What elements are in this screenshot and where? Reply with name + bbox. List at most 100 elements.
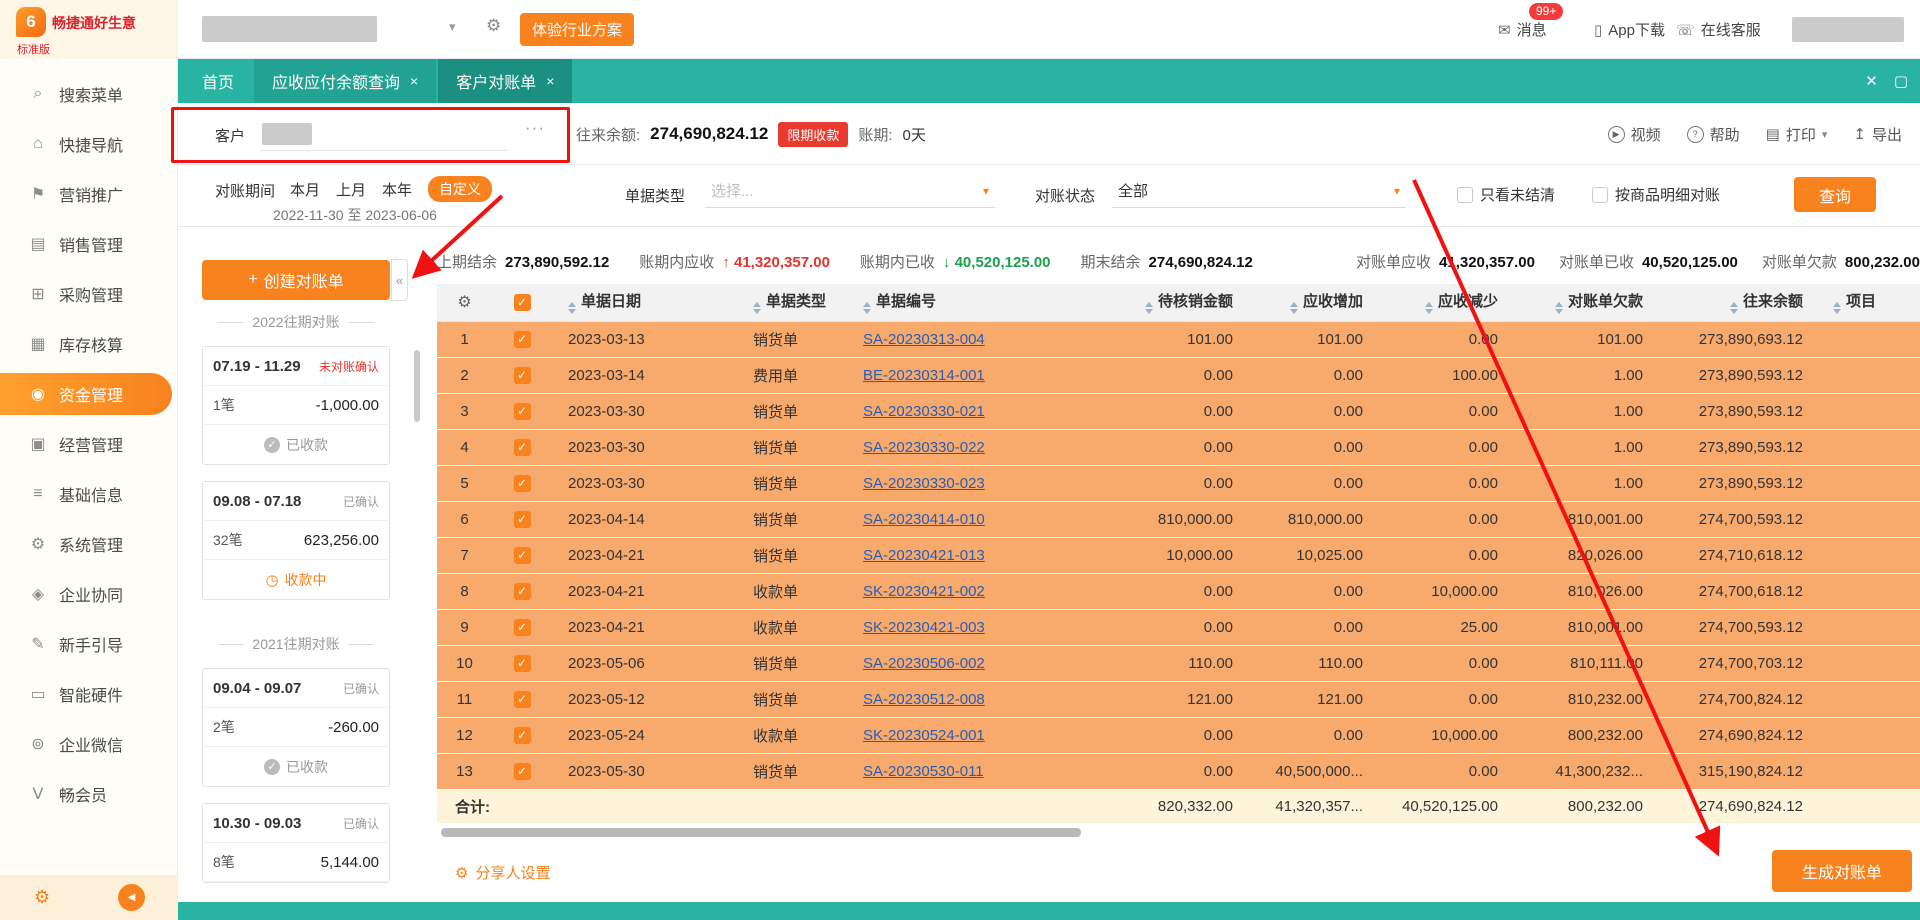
doc-number-link[interactable]: SA-20230330-021 (863, 403, 985, 420)
row-checkbox[interactable]: ✓ (513, 727, 531, 744)
doc-number-link[interactable]: SA-20230330-022 (863, 439, 985, 456)
col-header-doc[interactable]: 单据编号 (847, 284, 1097, 322)
statement-period-card[interactable]: 09.08 - 07.18 已确认 32笔 623,256.00 ◷ 收款中 (202, 481, 390, 600)
doc-type-select[interactable]: 选择... ▾ (705, 174, 995, 208)
row-checkbox[interactable]: ✓ (513, 403, 531, 420)
print-button[interactable]: ▤ 打印 ▾ (1766, 124, 1828, 145)
tab-customer-statement[interactable]: 客户对账单 × (438, 59, 573, 103)
sidebar-item-sales[interactable]: ▤ 销售管理 (0, 223, 177, 265)
doc-number-link[interactable]: SA-20230313-004 (863, 331, 985, 348)
statement-period-card[interactable]: 09.04 - 09.07 已确认 2笔 -260.00 ✓ 已收款 (202, 668, 390, 787)
doc-number-link[interactable]: SA-20230512-008 (863, 691, 985, 708)
tab-home[interactable]: 首页 (184, 59, 252, 103)
doc-number-link[interactable]: SA-20230330-023 (863, 475, 985, 492)
doc-number-link[interactable]: SA-20230421-013 (863, 547, 985, 564)
search-button[interactable]: 查询 (1794, 177, 1876, 212)
sort-icon[interactable] (568, 302, 576, 315)
doc-number-link[interactable]: SK-20230421-003 (863, 619, 985, 636)
col-header-date[interactable]: 单据日期 (552, 284, 737, 322)
sidebar-item-purchase[interactable]: ⊞ 采购管理 (0, 273, 177, 315)
doc-number-link[interactable]: BE-20230314-001 (863, 367, 985, 384)
sort-icon[interactable] (863, 302, 871, 315)
row-checkbox[interactable]: ✓ (513, 475, 531, 492)
sidebar-item-member[interactable]: Ⅴ 畅会员 (0, 773, 177, 815)
tab-close-icon[interactable]: × (546, 73, 554, 89)
checkbox-icon[interactable] (1592, 186, 1608, 203)
create-statement-button[interactable]: + 创建对账单 (202, 260, 390, 300)
sidebar-collapse-button[interactable]: ◀ (118, 884, 145, 911)
sort-icon[interactable] (1833, 302, 1841, 315)
sort-icon[interactable] (1289, 302, 1298, 315)
status-select[interactable]: 全部 ▾ (1112, 174, 1406, 208)
messages-button[interactable]: ✉ 消息 (1498, 19, 1547, 40)
sort-icon[interactable] (753, 302, 761, 315)
sort-icon[interactable] (1144, 302, 1153, 315)
sidebar-item-marketing[interactable]: ⚑ 营销推广 (0, 173, 177, 215)
gear-icon[interactable]: ⚙ (486, 16, 501, 36)
sort-icon[interactable] (1554, 302, 1563, 315)
row-checkbox[interactable]: ✓ (513, 691, 531, 708)
col-header-owed[interactable]: 对账单欠款 (1512, 284, 1657, 322)
help-button[interactable]: ? 帮助 (1686, 124, 1740, 145)
doc-number-link[interactable]: SK-20230524-001 (863, 727, 985, 744)
tab-balance-query[interactable]: 应收应付余额查询 × (254, 59, 437, 103)
doc-number-link[interactable]: SA-20230506-002 (863, 655, 985, 672)
doc-number-link[interactable]: SA-20230414-010 (863, 511, 985, 528)
row-checkbox[interactable]: ✓ (513, 511, 531, 528)
select-all-checkbox[interactable]: ✓ (513, 294, 531, 312)
col-header-dec[interactable]: 应收减少 (1377, 284, 1512, 322)
sidebar-item-base-info[interactable]: ≡ 基础信息 (0, 473, 177, 515)
sort-icon[interactable] (1424, 302, 1433, 315)
left-panel-scrollbar[interactable] (414, 350, 420, 422)
sidebar-item-search[interactable]: ⌕ 搜索菜单 (0, 73, 177, 115)
col-header-pending[interactable]: 待核销金额 (1097, 284, 1247, 322)
doc-number-link[interactable]: SK-20230421-002 (863, 583, 985, 600)
period-option-custom[interactable]: 自定义 (428, 176, 493, 202)
export-button[interactable]: ↥ 导出 (1853, 124, 1902, 145)
sort-icon[interactable] (1729, 302, 1738, 315)
sidebar-item-quick-nav[interactable]: ⌂ 快捷导航 (0, 123, 177, 165)
horizontal-scrollbar[interactable] (441, 828, 1081, 837)
col-header-project[interactable]: 项目 (1817, 284, 1920, 322)
online-service-button[interactable]: ☏ 在线客服 (1676, 19, 1761, 40)
trial-plan-button[interactable]: 体验行业方案 (520, 13, 634, 46)
table-settings-icon[interactable]: ⚙ (457, 294, 471, 311)
row-checkbox[interactable]: ✓ (513, 583, 531, 600)
col-header-inc[interactable]: 应收增加 (1247, 284, 1377, 322)
col-header-type[interactable]: 单据类型 (737, 284, 847, 322)
customer-value-redacted[interactable] (262, 123, 312, 145)
generate-statement-button[interactable]: 生成对账单 (1772, 850, 1912, 892)
panel-collapse-handle[interactable]: « (391, 259, 408, 301)
date-range[interactable]: 2022-11-30 至 2023-06-06 (273, 205, 437, 225)
sidebar-item-collab[interactable]: ◈ 企业协同 (0, 573, 177, 615)
row-checkbox[interactable]: ✓ (513, 367, 531, 384)
row-checkbox[interactable]: ✓ (513, 763, 531, 780)
sidebar-item-funds[interactable]: ◉ 资金管理 (0, 373, 172, 415)
settings-gear-icon[interactable]: ⚙ (34, 887, 50, 908)
statement-period-card[interactable]: 07.19 - 11.29 未对账确认 1笔 -1,000.00 ✓ 已收款 (202, 346, 390, 465)
period-option-2[interactable]: 本年 (382, 179, 412, 200)
tab-close-icon[interactable]: × (410, 73, 418, 89)
unsettled-only-checkbox[interactable]: 只看未结清 (1457, 184, 1555, 205)
video-button[interactable]: ▶ 视频 (1607, 124, 1661, 145)
sidebar-item-hardware[interactable]: ▭ 智能硬件 (0, 673, 177, 715)
row-checkbox[interactable]: ✓ (513, 619, 531, 636)
app-download-button[interactable]: ▯ App下载 (1594, 19, 1665, 40)
row-checkbox[interactable]: ✓ (513, 655, 531, 672)
share-settings-button[interactable]: ⚙ 分享人设置 (455, 862, 550, 883)
checkbox-icon[interactable] (1457, 186, 1473, 203)
by-item-detail-checkbox[interactable]: 按商品明细对账 (1592, 184, 1720, 205)
sidebar-item-inventory[interactable]: ▦ 库存核算 (0, 323, 177, 365)
period-option-1[interactable]: 上月 (336, 179, 366, 200)
sidebar-item-wecom[interactable]: ⊚ 企业微信 (0, 723, 177, 765)
col-header-balance[interactable]: 往来余额 (1657, 284, 1817, 322)
doc-number-link[interactable]: SA-20230530-011 (863, 763, 984, 780)
row-checkbox[interactable]: ✓ (513, 439, 531, 456)
sidebar-item-guide[interactable]: ✎ 新手引导 (0, 623, 177, 665)
more-icon[interactable]: ··· (525, 118, 545, 138)
period-option-0[interactable]: 本月 (290, 179, 320, 200)
chevron-down-icon[interactable]: ▾ (449, 19, 456, 35)
close-all-icon[interactable]: ✕ (1865, 72, 1878, 90)
row-checkbox[interactable]: ✓ (513, 331, 531, 348)
sidebar-item-operations[interactable]: ▣ 经营管理 (0, 423, 177, 465)
